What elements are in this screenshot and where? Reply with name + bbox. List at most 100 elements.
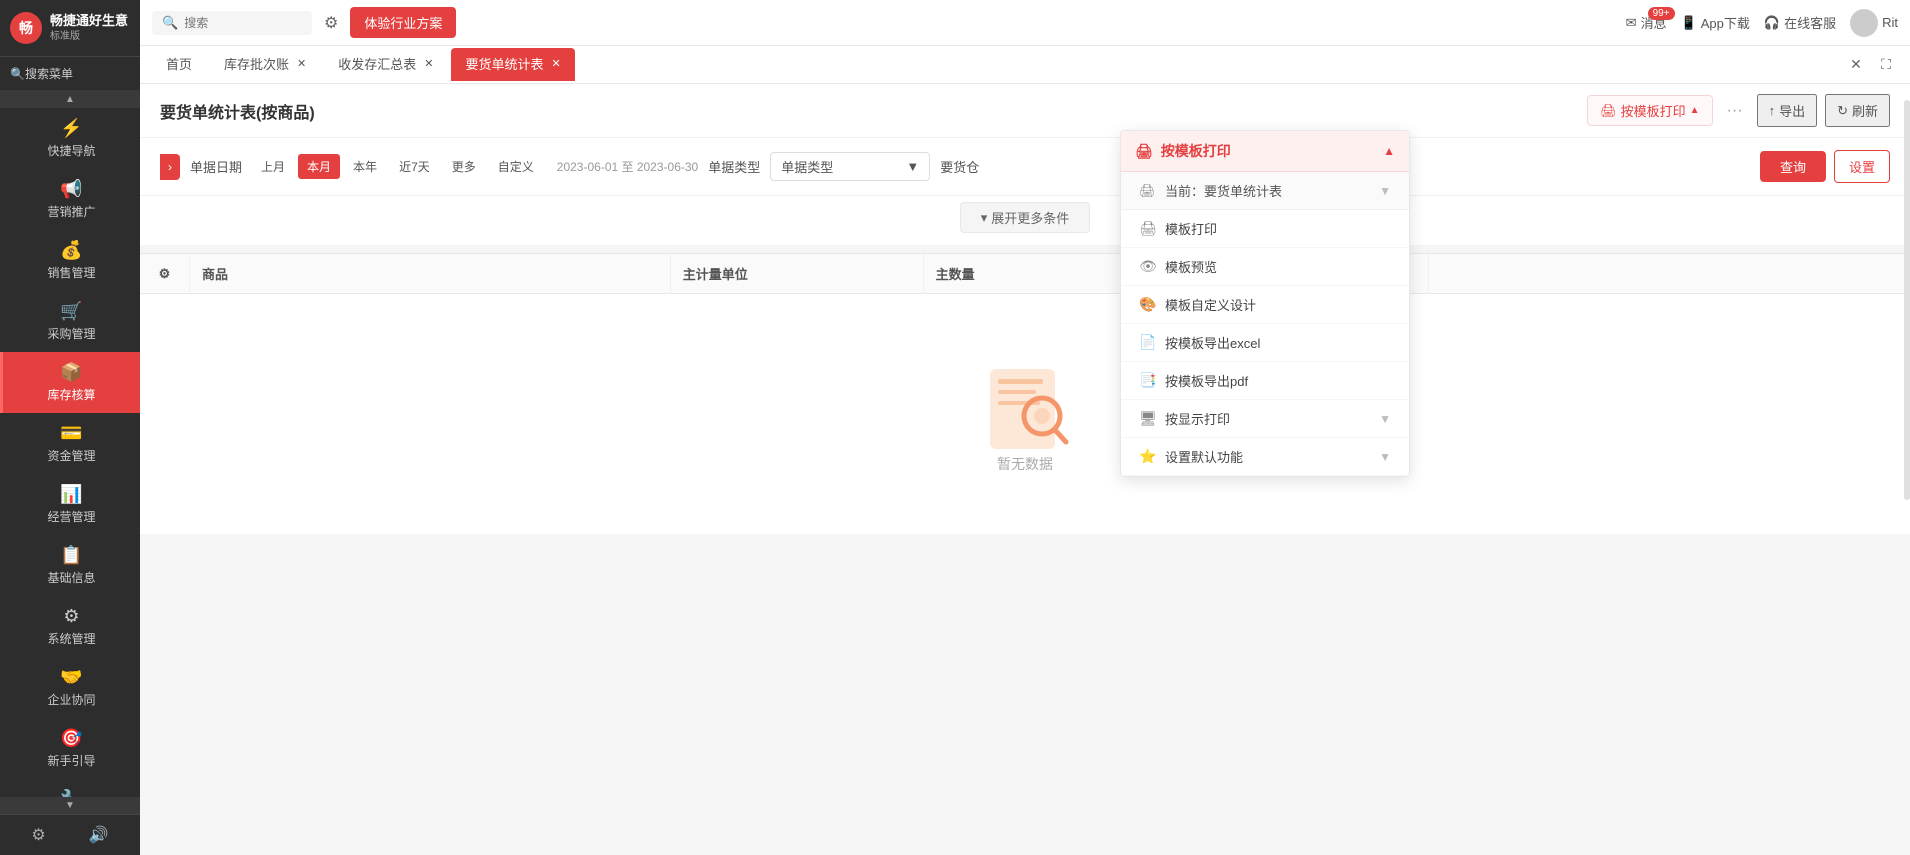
resize-handle[interactable] (1904, 100, 1910, 500)
dropdown-print-icon: 🖨 (1135, 143, 1153, 160)
print-chevron-up-icon: ▲ (1690, 105, 1700, 116)
sidebar-scroll-down[interactable]: ▼ (0, 797, 140, 814)
filter-actions: 查询 设置 (1760, 150, 1890, 183)
display-print-icon: 🖥 (1139, 410, 1157, 427)
th-product: 商品 (190, 254, 671, 293)
export-icon: ↑ (1769, 103, 1776, 118)
content-area: 要货单统计表(按商品) 🖨 按模板打印 ▲ ··· ↑ 导出 ↻ 刷新 (140, 84, 1910, 855)
date-this-month[interactable]: 本月 (298, 154, 340, 179)
industry-btn[interactable]: 体验行业方案 (350, 7, 456, 38)
dropdown-template-print[interactable]: 🖨 模板打印 (1121, 210, 1409, 248)
dropdown-title: 按模板打印 (1161, 141, 1231, 161)
date-this-year[interactable]: 本年 (344, 154, 386, 179)
settings-btn[interactable]: 设置 (1834, 150, 1890, 183)
sidebar-item-quick-nav[interactable]: ⚡ 快捷导航 (0, 108, 140, 169)
date-more[interactable]: 更多 (443, 154, 485, 179)
dropdown-collapse-btn[interactable]: ▲ (1383, 144, 1395, 158)
chevron-left-icon: › (168, 160, 172, 174)
tab-home[interactable]: 首页 (152, 48, 206, 81)
sidebar-item-operations[interactable]: 📊 经营管理 (0, 474, 140, 535)
messages-btn[interactable]: ✉ 消息 99+ (1626, 13, 1667, 32)
template-print-icon: 🖨 (1139, 220, 1157, 237)
table-empty: 暂无数据 (140, 294, 1910, 534)
date-last-month[interactable]: 上月 (252, 154, 294, 179)
template-excel-icon: 📄 (1139, 334, 1157, 351)
print-template-btn[interactable]: 🖨 按模板打印 ▲ (1587, 95, 1712, 126)
tab-batch-account[interactable]: 库存批次账 ✕ (210, 48, 320, 81)
order-type-select[interactable]: 单据类型 ▼ (770, 152, 930, 181)
dropdown-display-print[interactable]: 🖥 按显示打印 ▼ (1121, 400, 1409, 438)
table-area: ⚙ 商品 主计量单位 主数量 零售金额 (140, 253, 1910, 534)
sidebar-item-guide[interactable]: 🎯 新手引导 (0, 718, 140, 779)
tab-order-stats-close[interactable]: ✕ (552, 57, 561, 70)
dropdown-template-excel[interactable]: 📄 按模板导出excel (1121, 324, 1409, 362)
empty-illustration (970, 354, 1080, 454)
audio-bottom-icon[interactable]: 🔊 (89, 825, 109, 845)
topbar-search[interactable]: 🔍 (152, 11, 312, 35)
page-title: 要货单统计表(按商品) (160, 99, 315, 123)
dropdown-current-item[interactable]: 🖨 当前：要货单统计表 ▼ (1121, 172, 1409, 210)
search-input[interactable] (184, 16, 284, 30)
filter-toggle-btn[interactable]: › (160, 154, 180, 180)
sidebar-item-system[interactable]: ⚙ 系统管理 (0, 596, 140, 657)
tab-batch-account-close[interactable]: ✕ (297, 57, 306, 70)
date-filter: 上月 本月 本年 近7天 更多 自定义 (252, 154, 543, 179)
date-last-7-days[interactable]: 近7天 (390, 154, 439, 179)
th-settings[interactable]: ⚙ (140, 256, 190, 292)
expand-more-btn[interactable]: ▾ 展开更多条件 (960, 202, 1091, 233)
user-avatar[interactable]: Rit (1850, 9, 1898, 37)
app-logo-icon: 畅 (10, 12, 42, 44)
dropdown-template-preview[interactable]: 👁 模板预览 (1121, 248, 1409, 286)
sidebar-item-collab[interactable]: 🤝 企业协同 (0, 657, 140, 718)
table-header: ⚙ 商品 主计量单位 主数量 零售金额 (140, 253, 1910, 294)
basics-icon: 📋 (60, 545, 82, 566)
sidebar-search-btn[interactable]: 🔍 搜索菜单 (0, 57, 140, 91)
download-icon: 📱 (1681, 15, 1697, 31)
template-preview-icon: 👁 (1139, 258, 1157, 275)
refresh-btn[interactable]: ↻ 刷新 (1825, 94, 1890, 127)
sidebar-logo: 畅 畅捷通好生意 标准版 (0, 0, 140, 57)
template-pdf-icon: 📑 (1139, 372, 1157, 389)
sidebar-item-apps[interactable]: 🔧 应用中心 (0, 779, 140, 797)
dropdown-template-design[interactable]: 🎨 模板自定义设计 (1121, 286, 1409, 324)
topbar-gear-icon[interactable]: ⚙ (320, 9, 342, 37)
topbar: 🔍 ⚙ 体验行业方案 ✉ 消息 99+ 📱 App下载 🎧 在线客服 Rit (140, 0, 1910, 46)
messages-badge: 99+ (1648, 7, 1675, 20)
window-expand-btn[interactable]: ⛶ (1874, 53, 1898, 77)
dropdown-header: 🖨 按模板打印 ▲ (1121, 131, 1409, 172)
set-default-arrow: ▼ (1379, 450, 1391, 464)
app-download-btn[interactable]: 📱 App下载 (1681, 13, 1750, 32)
search-icon: 🔍 (10, 67, 25, 81)
online-service-btn[interactable]: 🎧 在线客服 (1764, 13, 1836, 32)
export-btn[interactable]: ↑ 导出 (1757, 94, 1818, 127)
current-item-arrow: ▼ (1379, 184, 1391, 198)
sidebar-item-inventory[interactable]: 📦 库存核算 (0, 352, 140, 413)
settings-bottom-icon[interactable]: ⚙ (31, 825, 45, 845)
tab-receipt-summary[interactable]: 收发存汇总表 ✕ (324, 48, 447, 81)
tab-order-stats[interactable]: 要货单统计表 ✕ (451, 48, 574, 81)
refresh-icon: ↻ (1837, 103, 1848, 119)
query-btn[interactable]: 查询 (1760, 151, 1826, 182)
sidebar-item-marketing[interactable]: 📢 营销推广 (0, 169, 140, 230)
dropdown-set-default[interactable]: ⭐ 设置默认功能 ▼ (1121, 438, 1409, 476)
display-print-arrow: ▼ (1379, 412, 1391, 426)
dropdown-current-icon: 🖨 (1139, 183, 1157, 199)
ellipsis-btn[interactable]: ··· (1721, 100, 1749, 122)
sidebar-item-basics[interactable]: 📋 基础信息 (0, 535, 140, 596)
filter-row2: ▾ 展开更多条件 (140, 196, 1910, 245)
sidebar-scroll-up[interactable]: ▲ (0, 91, 140, 108)
window-close-btn[interactable]: ✕ (1844, 53, 1868, 77)
sidebar-item-sales[interactable]: 💰 销售管理 (0, 230, 140, 291)
search-topbar-icon: 🔍 (162, 15, 178, 31)
tab-receipt-summary-close[interactable]: ✕ (424, 57, 433, 70)
th-more (1429, 264, 1910, 284)
system-icon: ⚙ (63, 606, 79, 627)
date-custom[interactable]: 自定义 (489, 154, 543, 179)
th-unit: 主计量单位 (671, 254, 924, 293)
sidebar-item-finance[interactable]: 💳 资金管理 (0, 413, 140, 474)
sidebar-item-purchase[interactable]: 🛒 采购管理 (0, 291, 140, 352)
dropdown-title-area: 🖨 按模板打印 (1135, 141, 1231, 161)
dropdown-template-pdf[interactable]: 📑 按模板导出pdf (1121, 362, 1409, 400)
sidebar-nav: ⚡ 快捷导航 📢 营销推广 💰 销售管理 🛒 采购管理 📦 库存核算 💳 资金管… (0, 108, 140, 797)
filter-bar: › 单据日期 上月 本月 本年 近7天 更多 自定义 2023-06-01 至 … (140, 138, 1910, 196)
